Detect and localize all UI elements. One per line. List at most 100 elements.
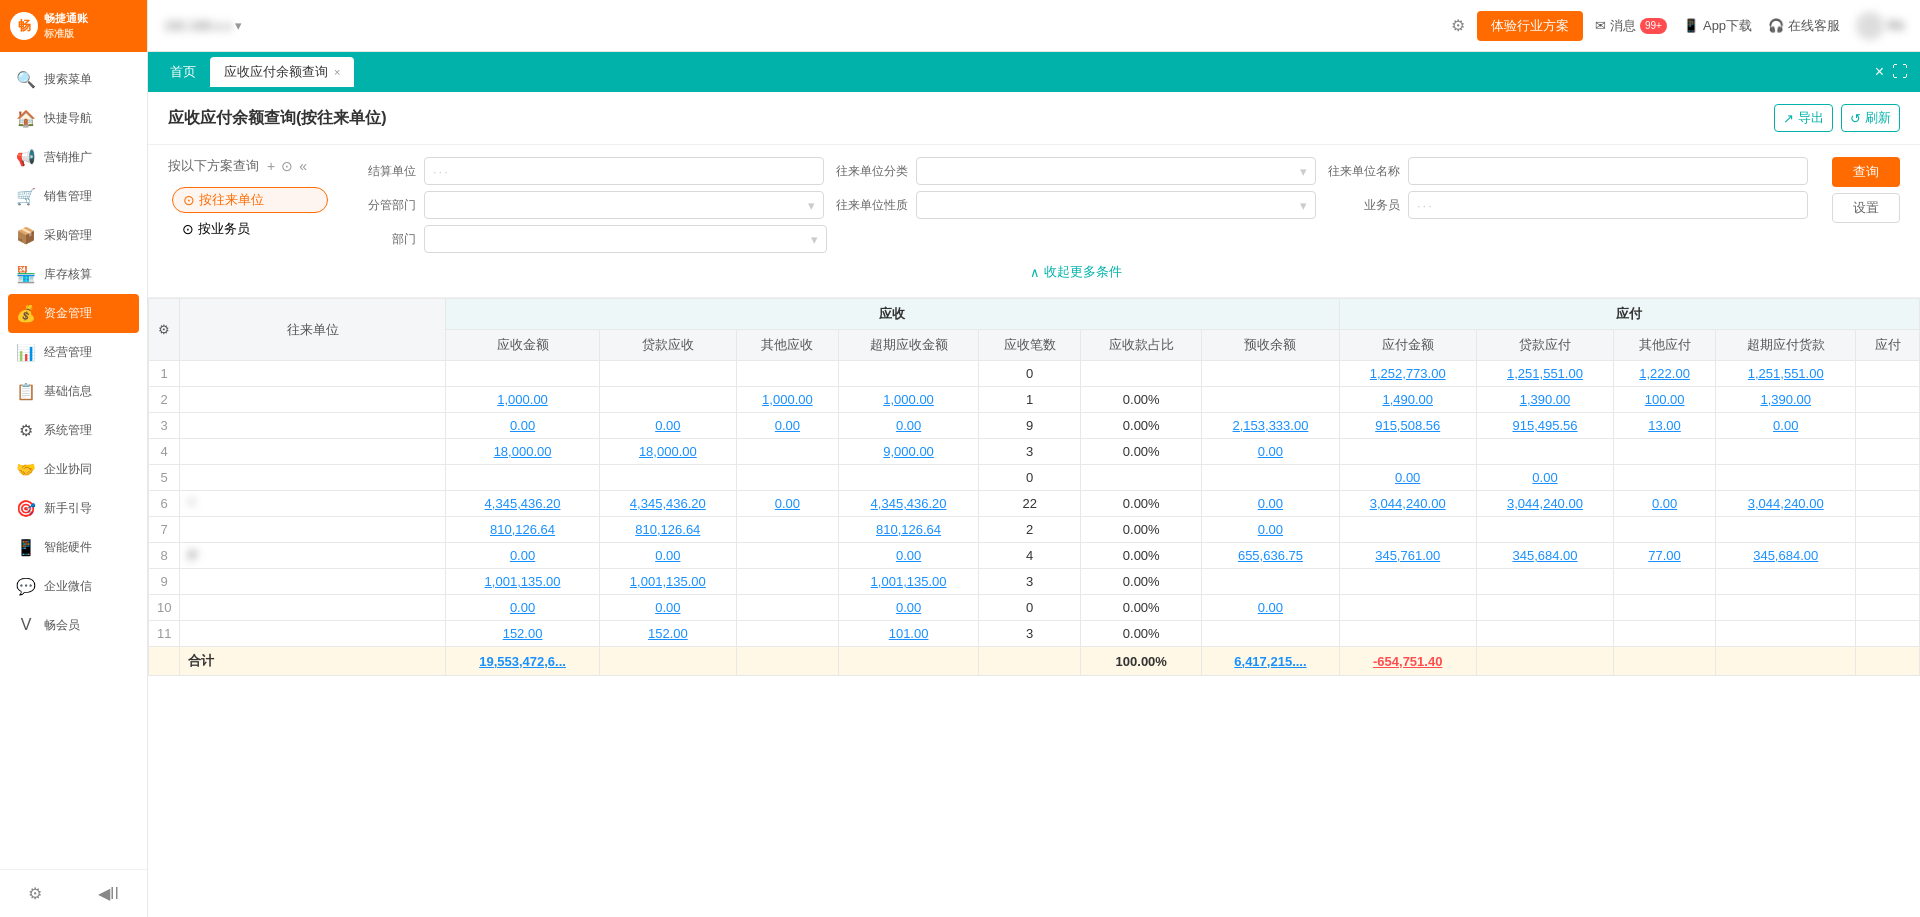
tab-home[interactable]: 首页: [160, 57, 206, 87]
cell-pay_amount[interactable]: 915,508.56: [1339, 413, 1476, 439]
tab-receivable-query[interactable]: 应收应付余额查询 ×: [210, 57, 354, 87]
sidebar-item-purchase[interactable]: 📦采购管理: [0, 216, 147, 255]
sidebar-item-marketing[interactable]: 📢营销推广: [0, 138, 147, 177]
sidebar-item-finance[interactable]: 💰资金管理: [8, 294, 139, 333]
cell-overdue_recv[interactable]: 810,126.64: [838, 517, 978, 543]
cell-prepaid_bal[interactable]: 0.00: [1202, 517, 1339, 543]
managing-dept-input[interactable]: ▾: [424, 191, 824, 219]
window-close-icon[interactable]: ×: [1875, 63, 1884, 81]
online-service-action[interactable]: 🎧 在线客服: [1768, 17, 1840, 35]
cell-overdue_pay[interactable]: 1,251,551.00: [1716, 361, 1856, 387]
cell-pay_amount[interactable]: 345,761.00: [1339, 543, 1476, 569]
app-download-action[interactable]: 📱 App下载: [1683, 17, 1752, 35]
cell-loan_recv[interactable]: 810,126.64: [599, 517, 736, 543]
cell-recv_amount[interactable]: 18,000.00: [446, 439, 599, 465]
export-button[interactable]: ↗ 导出: [1774, 104, 1833, 132]
sidebar-item-smart[interactable]: 📱智能硬件: [0, 528, 147, 567]
cell-prepaid_bal[interactable]: 2,153,333.00: [1202, 413, 1339, 439]
filter-settings-icon[interactable]: ⊙: [281, 158, 293, 174]
salesperson-input[interactable]: ···: [1408, 191, 1808, 219]
col-settings[interactable]: ⚙: [149, 299, 180, 361]
cell-recv_amount[interactable]: 810,126.64: [446, 517, 599, 543]
window-expand-icon[interactable]: ⛶: [1892, 63, 1908, 81]
cell-other_recv[interactable]: 0.00: [736, 413, 838, 439]
cell-recv_amount[interactable]: 4,345,436.20: [446, 491, 599, 517]
unit-category-input[interactable]: ▾: [916, 157, 1316, 185]
cell-loan_pay[interactable]: 3,044,240.00: [1476, 491, 1613, 517]
department-input[interactable]: ▾: [424, 225, 827, 253]
sidebar-item-wechat[interactable]: 💬企业微信: [0, 567, 147, 606]
query-button[interactable]: 查询: [1832, 157, 1900, 187]
filter-add-icon[interactable]: +: [267, 158, 275, 174]
cell-loan_recv[interactable]: 152.00: [599, 621, 736, 647]
cell-other_recv[interactable]: 1,000.00: [736, 387, 838, 413]
filter-option-by-unit[interactable]: ⊙ 按往来单位: [172, 187, 328, 213]
message-action[interactable]: ✉ 消息 99+: [1595, 17, 1667, 35]
cell-loan_pay[interactable]: 345,684.00: [1476, 543, 1613, 569]
cell-overdue_pay[interactable]: 345,684.00: [1716, 543, 1856, 569]
unit-nature-input[interactable]: ▾: [916, 191, 1316, 219]
cell-loan_recv[interactable]: 1,001,135.00: [599, 569, 736, 595]
cell-overdue_recv[interactable]: 101.00: [838, 621, 978, 647]
cell-overdue_recv[interactable]: 0.00: [838, 595, 978, 621]
sidebar-item-basic[interactable]: 📋基础信息: [0, 372, 147, 411]
cell-overdue_pay[interactable]: 3,044,240.00: [1716, 491, 1856, 517]
cell-loan_pay[interactable]: 0.00: [1476, 465, 1613, 491]
filter-option-by-staff[interactable]: ⊙ 按业务员: [172, 217, 328, 241]
cell-loan_recv[interactable]: 4,345,436.20: [599, 491, 736, 517]
breadcrumb-caret[interactable]: ▾: [235, 18, 242, 33]
sidebar-item-inventory[interactable]: 🏪库存核算: [0, 255, 147, 294]
cell-prepaid_bal[interactable]: 0.00: [1202, 491, 1339, 517]
tab-close-icon[interactable]: ×: [334, 66, 340, 78]
refresh-button[interactable]: ↺ 刷新: [1841, 104, 1900, 132]
cell-loan_recv[interactable]: 0.00: [599, 595, 736, 621]
summary-recv-amount[interactable]: 19,553,472,6...: [446, 647, 599, 676]
cell-prepaid_bal[interactable]: 0.00: [1202, 439, 1339, 465]
unit-name-input[interactable]: [1408, 157, 1808, 185]
sidebar-item-enterprise[interactable]: 🤝企业协同: [0, 450, 147, 489]
sidebar-item-sales[interactable]: 🛒销售管理: [0, 177, 147, 216]
filter-collapse-icon[interactable]: «: [299, 158, 307, 174]
sidebar-item-member[interactable]: V畅会员: [0, 606, 147, 644]
cell-overdue_recv[interactable]: 1,000.00: [838, 387, 978, 413]
cell-other_pay[interactable]: 1,222.00: [1614, 361, 1716, 387]
summary-pay-amount[interactable]: -654,751.40: [1339, 647, 1476, 676]
cell-overdue_recv[interactable]: 0.00: [838, 543, 978, 569]
header-settings-icon[interactable]: ⚙: [1451, 16, 1465, 35]
filter-collapse-button[interactable]: ∧ 收起更多条件: [1030, 263, 1122, 281]
cell-loan_recv[interactable]: 18,000.00: [599, 439, 736, 465]
cell-pay_amount[interactable]: 3,044,240.00: [1339, 491, 1476, 517]
cell-other_pay[interactable]: 100.00: [1614, 387, 1716, 413]
summary-prepaid-bal[interactable]: 6,417,215....: [1202, 647, 1339, 676]
cell-recv_amount[interactable]: 0.00: [446, 543, 599, 569]
sidebar-settings-icon[interactable]: ⚙: [22, 878, 48, 909]
cell-loan_recv[interactable]: 0.00: [599, 413, 736, 439]
promo-button[interactable]: 体验行业方案: [1477, 11, 1583, 41]
sidebar-item-system[interactable]: ⚙系统管理: [0, 411, 147, 450]
cell-overdue_pay[interactable]: 0.00: [1716, 413, 1856, 439]
sidebar-item-guide[interactable]: 🎯新手引导: [0, 489, 147, 528]
cell-other_pay[interactable]: 0.00: [1614, 491, 1716, 517]
settlement-unit-input[interactable]: ···: [424, 157, 824, 185]
cell-overdue_recv[interactable]: 4,345,436.20: [838, 491, 978, 517]
cell-other_pay[interactable]: 13.00: [1614, 413, 1716, 439]
sidebar-item-quicknav[interactable]: 🏠快捷导航: [0, 99, 147, 138]
sidebar-item-search[interactable]: 🔍搜索菜单: [0, 60, 147, 99]
sidebar-item-operations[interactable]: 📊经营管理: [0, 333, 147, 372]
cell-other_pay[interactable]: 77.00: [1614, 543, 1716, 569]
cell-loan_pay[interactable]: 1,390.00: [1476, 387, 1613, 413]
cell-overdue_recv[interactable]: 1,001,135.00: [838, 569, 978, 595]
cell-recv_amount[interactable]: 0.00: [446, 595, 599, 621]
cell-recv_amount[interactable]: 1,001,135.00: [446, 569, 599, 595]
cell-other_recv[interactable]: 0.00: [736, 491, 838, 517]
cell-prepaid_bal[interactable]: 0.00: [1202, 595, 1339, 621]
cell-recv_amount[interactable]: 0.00: [446, 413, 599, 439]
cell-recv_amount[interactable]: 1,000.00: [446, 387, 599, 413]
cell-overdue_pay[interactable]: 1,390.00: [1716, 387, 1856, 413]
sidebar-collapse-icon[interactable]: ◀II: [92, 878, 125, 909]
cell-pay_amount[interactable]: 0.00: [1339, 465, 1476, 491]
cell-loan_pay[interactable]: 915,495.56: [1476, 413, 1613, 439]
cell-pay_amount[interactable]: 1,490.00: [1339, 387, 1476, 413]
cell-overdue_recv[interactable]: 9,000.00: [838, 439, 978, 465]
user-area[interactable]: Rit: [1856, 12, 1904, 40]
